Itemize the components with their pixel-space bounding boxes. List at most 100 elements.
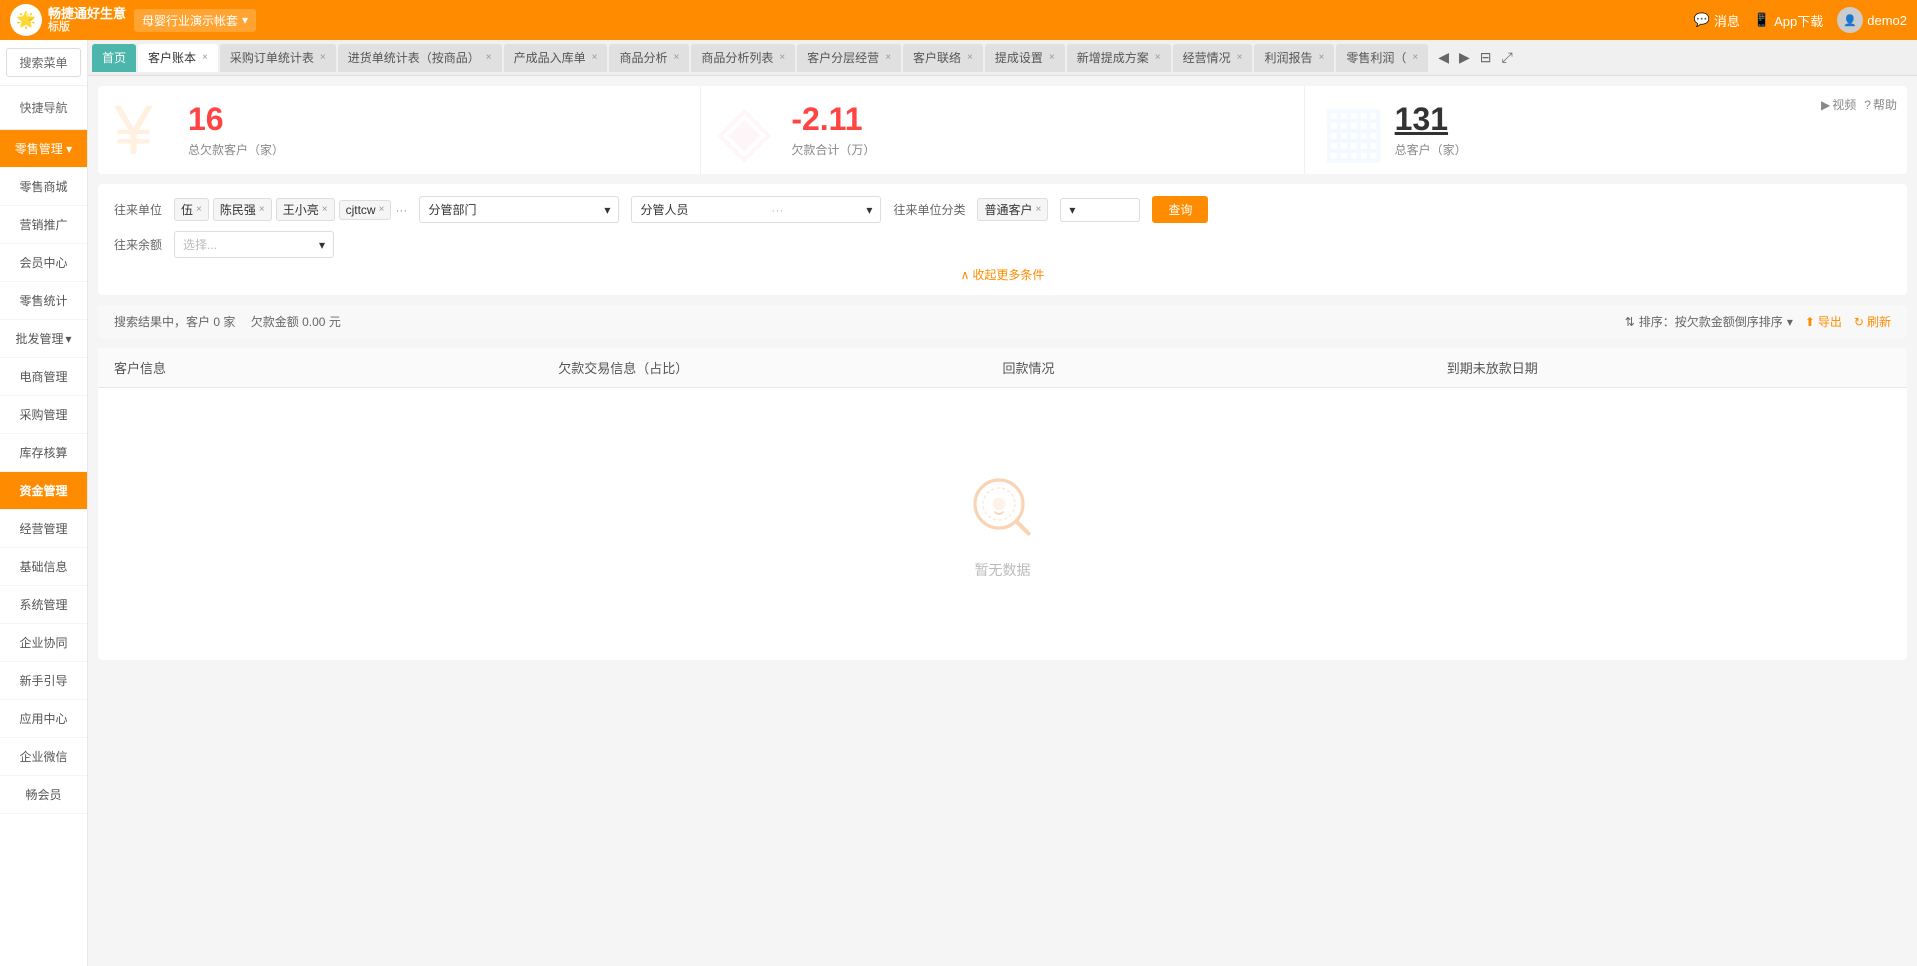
tab-close-icon[interactable]: ×: [202, 52, 208, 63]
empty-state: 暂无数据: [98, 388, 1907, 660]
category-select[interactable]: ▾: [1060, 198, 1140, 222]
filter-tag-4: cjttcw ×: [339, 200, 392, 220]
sidebar-item-app-center[interactable]: 应用中心: [0, 700, 87, 738]
tab-profit-report[interactable]: 利润报告 ×: [1254, 44, 1334, 72]
sidebar-item-retail-stats[interactable]: 零售统计: [0, 282, 87, 320]
tab-inbound-stats[interactable]: 进货单统计表（按商品） ×: [338, 44, 502, 72]
category-filter-tags: 普通客户 ×: [977, 198, 1048, 221]
tab-add-improvement[interactable]: 新增提成方案 ×: [1067, 44, 1171, 72]
ellipsis: ···: [771, 203, 783, 217]
tab-label: 客户分层经营: [807, 49, 879, 66]
tab-product-inbound[interactable]: 产成品入库单 ×: [504, 44, 608, 72]
tab-improvement-settings[interactable]: 提成设置 ×: [985, 44, 1065, 72]
balance-select[interactable]: 选择... ▾: [174, 231, 334, 258]
content-area: 首页 客户账本 × 采购订单统计表 × 进货单统计表（按商品） × 产成品入库单…: [88, 40, 1917, 966]
sidebar-item-batch-manage[interactable]: 批发管理 ▾: [0, 320, 87, 358]
help-btn[interactable]: ? 帮助: [1864, 96, 1897, 113]
tab-close-icon[interactable]: ×: [1412, 52, 1418, 63]
message-btn[interactable]: 💬 消息: [1694, 11, 1740, 30]
tab-retail-profit[interactable]: 零售利润（ ×: [1336, 44, 1428, 72]
tab-customer-accounts[interactable]: 客户账本 ×: [138, 44, 218, 72]
sidebar-item-newbie[interactable]: 新手引导: [0, 662, 87, 700]
tab-close-icon[interactable]: ×: [1318, 52, 1324, 63]
filter-area: 往来单位 伍 × 陈民强 × 王小亮: [98, 184, 1907, 295]
data-table: 客户信息 欠款交易信息（占比） 回款情况 到期未放款日期: [98, 348, 1907, 660]
sidebar-item-label: 电商管理: [19, 370, 67, 384]
tab-close-icon[interactable]: ×: [592, 52, 598, 63]
sidebar-item-label: 零售管理: [15, 142, 63, 156]
tab-menu-btn[interactable]: ⊟: [1476, 47, 1496, 68]
sidebar-item-inventory[interactable]: 库存核算: [0, 434, 87, 472]
sidebar-item-retail-manage[interactable]: 零售管理 ▾: [0, 130, 87, 168]
query-button[interactable]: 查询: [1152, 196, 1208, 223]
sidebar-item-system[interactable]: 系统管理: [0, 586, 87, 624]
sidebar-item-member-center[interactable]: 会员中心: [0, 244, 87, 282]
sidebar-item-enterprise[interactable]: 企业协同: [0, 624, 87, 662]
tag-value: 伍: [181, 201, 193, 218]
sidebar-item-ecommerce[interactable]: 电商管理: [0, 358, 87, 396]
video-help-area: ▶ 视频 ? 帮助: [1821, 96, 1897, 113]
tab-close-icon[interactable]: ×: [486, 52, 492, 63]
quick-nav-btn[interactable]: 快捷导航: [6, 94, 81, 121]
category-filter-label: 往来单位分类: [893, 201, 965, 218]
tag-remove-icon[interactable]: ×: [196, 204, 202, 215]
sidebar-item-purchase[interactable]: 采购管理: [0, 396, 87, 434]
tab-operations-status[interactable]: 经营情况 ×: [1173, 44, 1253, 72]
tab-next-btn[interactable]: ▶: [1455, 47, 1474, 68]
dept-select[interactable]: 分管部门 ▾: [419, 196, 619, 223]
sidebar-item-label: 零售商城: [19, 180, 67, 194]
chevron-down-icon: ▾: [1069, 203, 1075, 217]
tab-close-icon[interactable]: ×: [673, 52, 679, 63]
user-avatar-area[interactable]: 👤 demo2: [1837, 7, 1907, 33]
sidebar-item-marketing[interactable]: 营销推广: [0, 206, 87, 244]
results-info: 搜索结果中，客户 0 家 欠款金额 0.00 元: [114, 313, 341, 330]
tab-customer-segment[interactable]: 客户分层经营 ×: [797, 44, 901, 72]
tab-close-icon[interactable]: ×: [779, 52, 785, 63]
tag-remove-icon[interactable]: ×: [322, 204, 328, 215]
tag-remove-icon[interactable]: ×: [259, 204, 265, 215]
stats-row: ¥ 16 总欠款客户（家） ◈ -2.11 欠款合计（万）: [98, 86, 1907, 174]
tab-close-icon[interactable]: ×: [1237, 52, 1243, 63]
chevron-down-icon: ▾: [242, 13, 248, 27]
sidebar-item-label: 系统管理: [19, 598, 67, 612]
tag-remove-icon[interactable]: ×: [1035, 204, 1041, 215]
tab-purchase-orders[interactable]: 采购订单统计表 ×: [220, 44, 336, 72]
tab-close-icon[interactable]: ×: [1155, 52, 1161, 63]
sidebar-item-enterprise-wechat[interactable]: 企业微信: [0, 738, 87, 776]
tab-label: 新增提成方案: [1077, 49, 1149, 66]
tab-close-icon[interactable]: ×: [320, 52, 326, 63]
tab-prev-btn[interactable]: ◀: [1434, 47, 1453, 68]
sidebar-item-finance[interactable]: 资金管理: [0, 472, 87, 510]
sidebar-item-retail-mall[interactable]: 零售商城: [0, 168, 87, 206]
tab-fullscreen-btn[interactable]: ⤢: [1497, 47, 1516, 68]
tab-home[interactable]: 首页: [92, 44, 136, 72]
workspace-dropdown[interactable]: 母婴行业演示帐套 ▾: [134, 9, 256, 32]
sidebar-item-label: 资金管理: [19, 484, 67, 498]
refresh-icon: ↻: [1854, 315, 1864, 329]
person-select[interactable]: 分管人员 ··· ▾: [631, 196, 881, 223]
filter-more-btn[interactable]: ···: [395, 203, 407, 217]
tab-product-analysis[interactable]: 商品分析 ×: [609, 44, 689, 72]
tab-customer-contact[interactable]: 客户联络 ×: [903, 44, 983, 72]
tag-remove-icon[interactable]: ×: [379, 204, 385, 215]
sidebar-item-operations[interactable]: 经营管理: [0, 510, 87, 548]
sidebar-item-basic-info[interactable]: 基础信息: [0, 548, 87, 586]
th-customer-info: 客户信息: [114, 358, 558, 377]
tab-close-icon[interactable]: ×: [1049, 52, 1055, 63]
tab-close-icon[interactable]: ×: [967, 52, 973, 63]
export-btn[interactable]: ⬆ 导出: [1805, 313, 1842, 330]
stat-label-customers: 总欠款客户（家）: [188, 141, 680, 158]
collapse-btn[interactable]: ∧ 收起更多条件: [114, 266, 1891, 283]
sidebar-item-member-vip[interactable]: 畅会员: [0, 776, 87, 814]
video-btn[interactable]: ▶ 视频: [1821, 96, 1856, 113]
search-menu-btn[interactable]: 搜索菜单: [6, 48, 81, 77]
app-download-btn[interactable]: 📱 App下载: [1754, 11, 1823, 30]
refresh-label: 刷新: [1867, 313, 1891, 330]
tab-close-icon[interactable]: ×: [885, 52, 891, 63]
tab-product-analysis-list[interactable]: 商品分析列表 ×: [691, 44, 795, 72]
refresh-btn[interactable]: ↻ 刷新: [1854, 313, 1891, 330]
help-label: 帮助: [1873, 96, 1897, 113]
sort-select[interactable]: ⇅ 排序：按欠款金额倒序排序 ▾: [1625, 313, 1793, 330]
tab-label: 零售利润（: [1346, 49, 1406, 66]
phone-icon: 📱: [1754, 12, 1770, 28]
